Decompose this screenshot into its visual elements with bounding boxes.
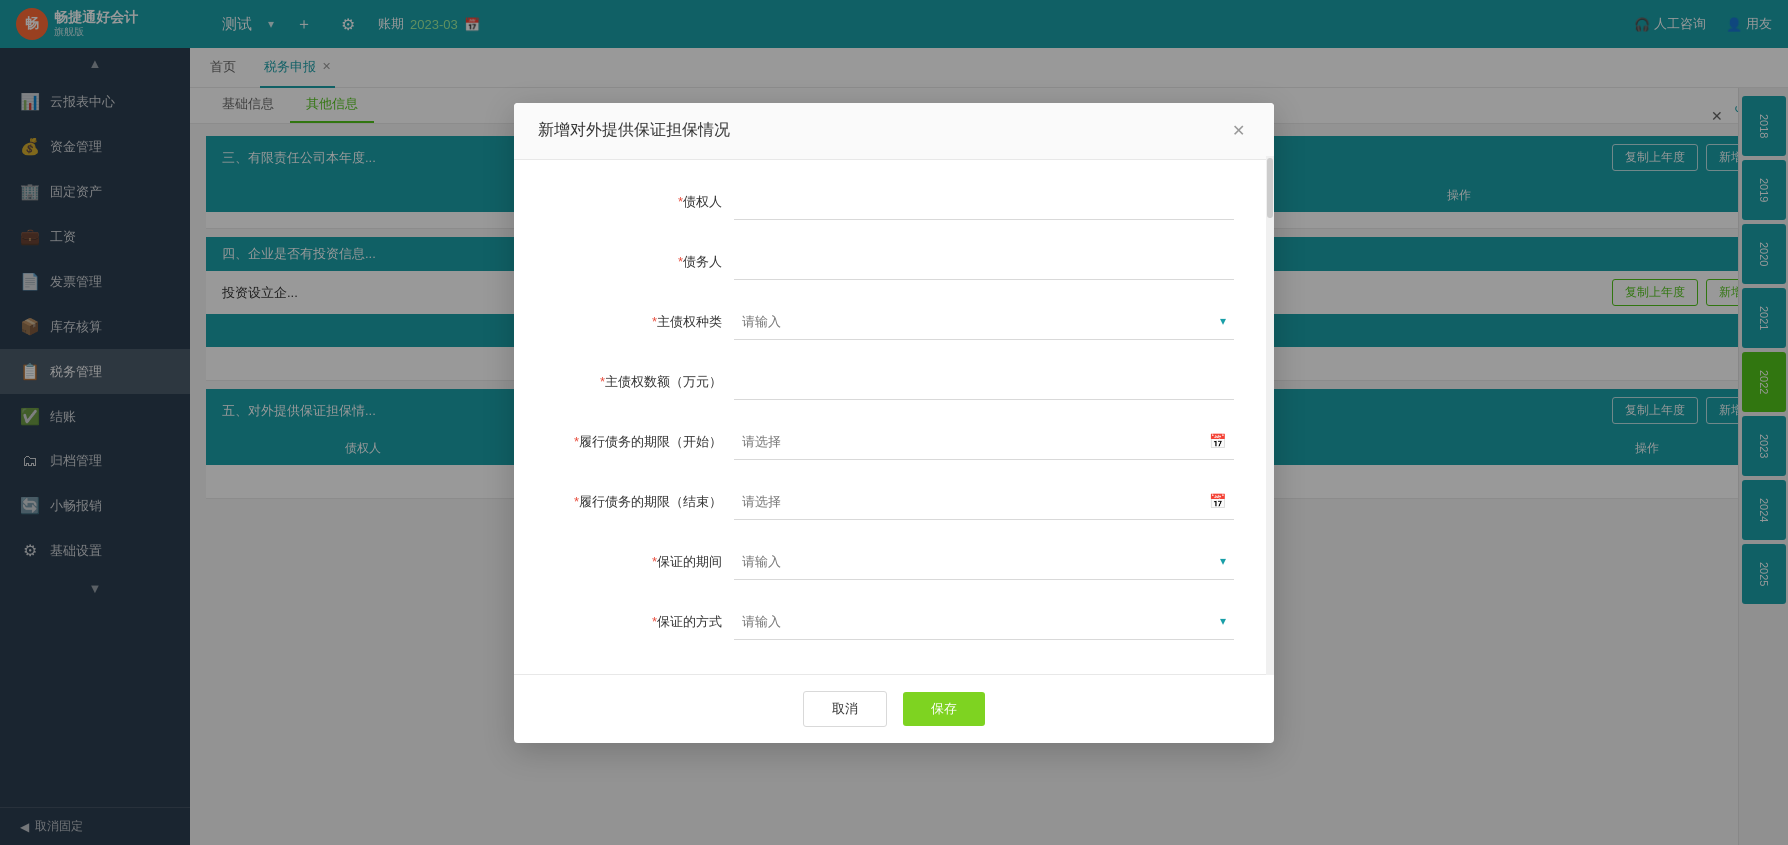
- required-star: *: [652, 314, 657, 329]
- required-star: *: [678, 254, 683, 269]
- cancel-button[interactable]: 取消: [803, 691, 887, 727]
- input-period-end[interactable]: [734, 490, 1209, 513]
- modal-scrollbar[interactable]: [1266, 156, 1274, 675]
- required-star: *: [652, 554, 657, 569]
- modal-footer: 取消 保存: [514, 674, 1274, 743]
- form-row-guarantee-method: *保证的方式 ▾: [554, 604, 1234, 640]
- modal-scrollbar-thumb: [1267, 158, 1273, 218]
- form-row-debt-amount: *主债权数额（万元）: [554, 364, 1234, 400]
- chevron-down-method-icon[interactable]: ▾: [1220, 614, 1234, 628]
- input-creditor[interactable]: [734, 184, 1234, 220]
- label-period-end: *履行债务的期限（结束）: [554, 493, 734, 511]
- label-guarantee-period: *保证的期间: [554, 553, 734, 571]
- modal-close-btn[interactable]: ✕: [1226, 119, 1250, 143]
- label-debt-amount: *主债权数额（万元）: [554, 373, 734, 391]
- form-row-debtor: *债务人: [554, 244, 1234, 280]
- input-debt-type[interactable]: [734, 310, 1220, 333]
- required-star: *: [652, 614, 657, 629]
- select-debt-type: ▾: [734, 304, 1234, 340]
- label-guarantee-method: *保证的方式: [554, 613, 734, 631]
- input-debtor[interactable]: [734, 244, 1234, 280]
- date-period-start: 📅: [734, 424, 1234, 460]
- modal-title: 新增对外提供保证担保情况: [538, 120, 730, 141]
- chevron-down-icon[interactable]: ▾: [1220, 314, 1234, 328]
- form-row-debt-type: *主债权种类 ▾: [554, 304, 1234, 340]
- modal-dialog: 新增对外提供保证担保情况 ✕ *债权人 *债务人 *主债权种类: [514, 103, 1274, 743]
- input-debt-amount[interactable]: [734, 364, 1234, 400]
- required-star: *: [574, 434, 579, 449]
- form-row-period-start: *履行债务的期限（开始） 📅: [554, 424, 1234, 460]
- form-row-creditor: *债权人: [554, 184, 1234, 220]
- label-debt-type: *主债权种类: [554, 313, 734, 331]
- select-guarantee-method: ▾: [734, 604, 1234, 640]
- modal-body: *债权人 *债务人 *主债权种类 ▾: [514, 160, 1274, 674]
- input-guarantee-method[interactable]: [734, 610, 1220, 633]
- input-period-start[interactable]: [734, 430, 1209, 453]
- save-button[interactable]: 保存: [903, 692, 985, 726]
- label-period-start: *履行债务的期限（开始）: [554, 433, 734, 451]
- label-creditor: *债权人: [554, 193, 734, 211]
- required-star: *: [678, 194, 683, 209]
- required-star: *: [574, 494, 579, 509]
- calendar-end-icon[interactable]: 📅: [1209, 493, 1234, 509]
- chevron-down-period-icon[interactable]: ▾: [1220, 554, 1234, 568]
- input-guarantee-period[interactable]: [734, 550, 1220, 573]
- form-row-period-end: *履行债务的期限（结束） 📅: [554, 484, 1234, 520]
- form-row-guarantee-period: *保证的期间 ▾: [554, 544, 1234, 580]
- modal-header: 新增对外提供保证担保情况 ✕: [514, 103, 1274, 160]
- required-star: *: [600, 374, 605, 389]
- label-debtor: *债务人: [554, 253, 734, 271]
- date-period-end: 📅: [734, 484, 1234, 520]
- modal-overlay: 新增对外提供保证担保情况 ✕ *债权人 *债务人 *主债权种类: [0, 0, 1788, 845]
- select-guarantee-period: ▾: [734, 544, 1234, 580]
- calendar-start-icon[interactable]: 📅: [1209, 433, 1234, 449]
